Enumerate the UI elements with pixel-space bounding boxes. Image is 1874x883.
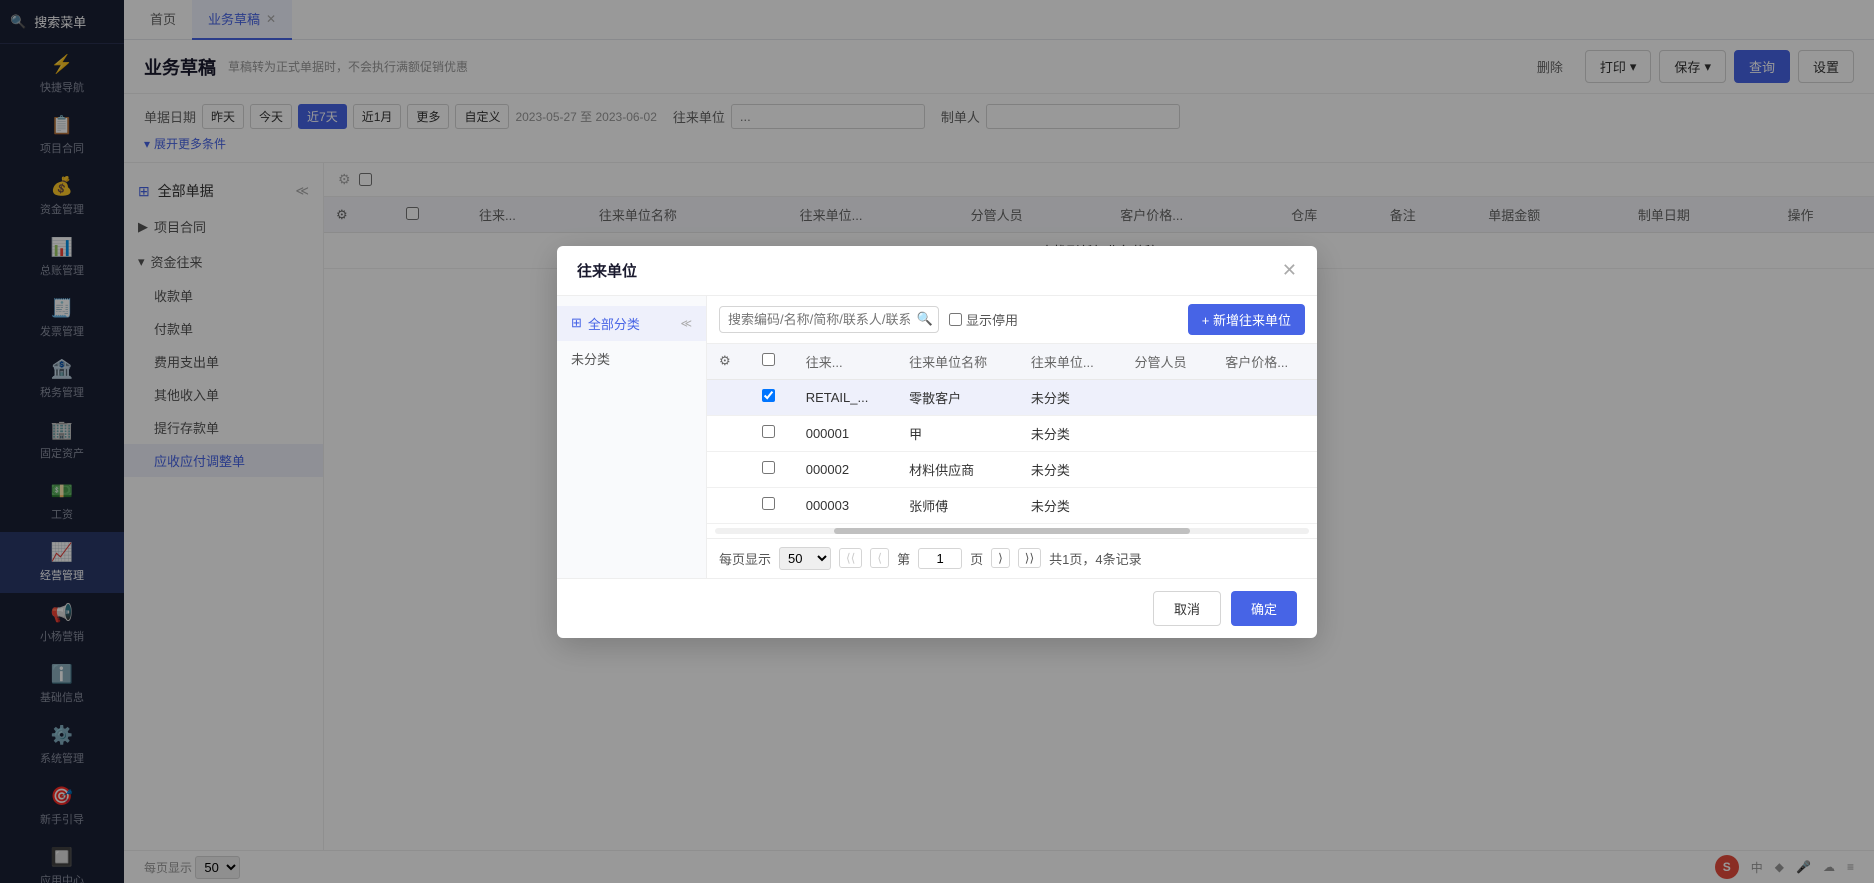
row-category: 未分类 [1019,451,1123,487]
row-category: 未分类 [1019,379,1123,415]
dialog-table-row[interactable]: 000002 材料供应商 未分类 [707,451,1317,487]
dth-price: 客户价格... [1213,344,1317,380]
dialog-table-header: ⚙ 往来... 往来单位名称 往来单位... 分管人员 客户价格... [707,344,1317,380]
row-code: 000001 [794,415,897,451]
page-prev-btn[interactable]: ⟨ [870,548,889,568]
per-page-text: 每页显示 [719,549,771,568]
row-category: 未分类 [1019,487,1123,523]
row-checkbox [750,487,794,523]
dth-name: 往来单位名称 [897,344,1019,380]
page-next-btn[interactable]: ⟩ [991,548,1010,568]
row-manager [1123,451,1214,487]
dialog-per-page-select[interactable]: 50 10 20 100 [779,547,831,570]
row-price [1213,379,1317,415]
row-settings [707,379,750,415]
dialog-actions: 取消 确定 [557,578,1317,638]
dialog-category-uncategorized[interactable]: 未分类 [557,341,706,376]
row-manager [1123,379,1214,415]
dialog-pagination: 每页显示 50 10 20 100 ⟨⟨ ⟨ 第 页 ⟩ ⟩⟩ 共1页，4条记录 [707,538,1317,578]
total-label: 共1页，4条记录 [1049,549,1141,568]
row-price [1213,487,1317,523]
row-name: 甲 [897,415,1019,451]
show-disabled-label[interactable]: 显示停用 [949,310,1018,329]
page-suffix: 页 [970,549,983,568]
dth-settings: ⚙ [707,344,750,380]
row-name: 材料供应商 [897,451,1019,487]
page-label: 第 [897,549,910,568]
dth-manager: 分管人员 [1123,344,1214,380]
uncategorized-label: 未分类 [571,349,610,368]
grid-icon-small: ⊞ [571,315,582,331]
counterparty-dialog: 往来单位 ✕ ⊞ 全部分类 ≪ 未分类 [557,246,1317,638]
row-name: 张师傅 [897,487,1019,523]
row-manager [1123,487,1214,523]
row-code: 000003 [794,487,897,523]
show-disabled-text: 显示停用 [966,310,1018,329]
dialog-close-btn[interactable]: ✕ [1282,261,1297,279]
dialog-table-wrap: ⚙ 往来... 往来单位名称 往来单位... 分管人员 客户价格... [707,344,1317,524]
confirm-button[interactable]: 确定 [1231,591,1297,626]
row-settings [707,415,750,451]
row-manager [1123,415,1214,451]
dth-checkbox [750,344,794,380]
search-wrap: 🔍 [719,306,939,333]
row-price [1213,415,1317,451]
dialog-header: 往来单位 ✕ [557,246,1317,296]
row-price [1213,451,1317,487]
row-checkbox [750,415,794,451]
dialog-title: 往来单位 [577,260,637,281]
row-checkbox [750,379,794,415]
dialog-table-row[interactable]: RETAIL_... 零散客户 未分类 [707,379,1317,415]
row-category: 未分类 [1019,415,1123,451]
row-code: 000002 [794,451,897,487]
cancel-button[interactable]: 取消 [1153,591,1221,626]
dialog-body: ⊞ 全部分类 ≪ 未分类 🔍 显示停用 [557,296,1317,578]
page-first-btn[interactable]: ⟨⟨ [839,548,862,568]
scroll-hint [715,528,1309,534]
row-checkbox [750,451,794,487]
row-code: RETAIL_... [794,379,897,415]
dth-category: 往来单位... [1019,344,1123,380]
row-settings [707,487,750,523]
scroll-thumb [834,528,1190,534]
collapse-left-icon[interactable]: ≪ [680,317,692,330]
page-number-input[interactable] [918,548,962,569]
dialog-category-all[interactable]: ⊞ 全部分类 ≪ [557,306,706,341]
counterparty-search-input[interactable] [719,306,939,333]
page-last-btn[interactable]: ⟩⟩ [1018,548,1041,568]
dialog-table-row[interactable]: 000003 张师傅 未分类 [707,487,1317,523]
row-name: 零散客户 [897,379,1019,415]
dialog-toolbar: 🔍 显示停用 + 新增往来单位 [707,296,1317,344]
show-disabled-checkbox[interactable] [949,313,962,326]
dialog-overlay: 往来单位 ✕ ⊞ 全部分类 ≪ 未分类 [0,0,1874,883]
row-settings [707,451,750,487]
add-counterparty-button[interactable]: + 新增往来单位 [1188,304,1305,335]
search-icon[interactable]: 🔍 [917,311,933,327]
dialog-left-panel: ⊞ 全部分类 ≪ 未分类 [557,296,707,578]
dialog-right-panel: 🔍 显示停用 + 新增往来单位 ⚙ [707,296,1317,578]
all-category-label: 全部分类 [588,314,640,333]
dialog-table: ⚙ 往来... 往来单位名称 往来单位... 分管人员 客户价格... [707,344,1317,524]
dialog-table-row[interactable]: 000001 甲 未分类 [707,415,1317,451]
dth-code: 往来... [794,344,897,380]
